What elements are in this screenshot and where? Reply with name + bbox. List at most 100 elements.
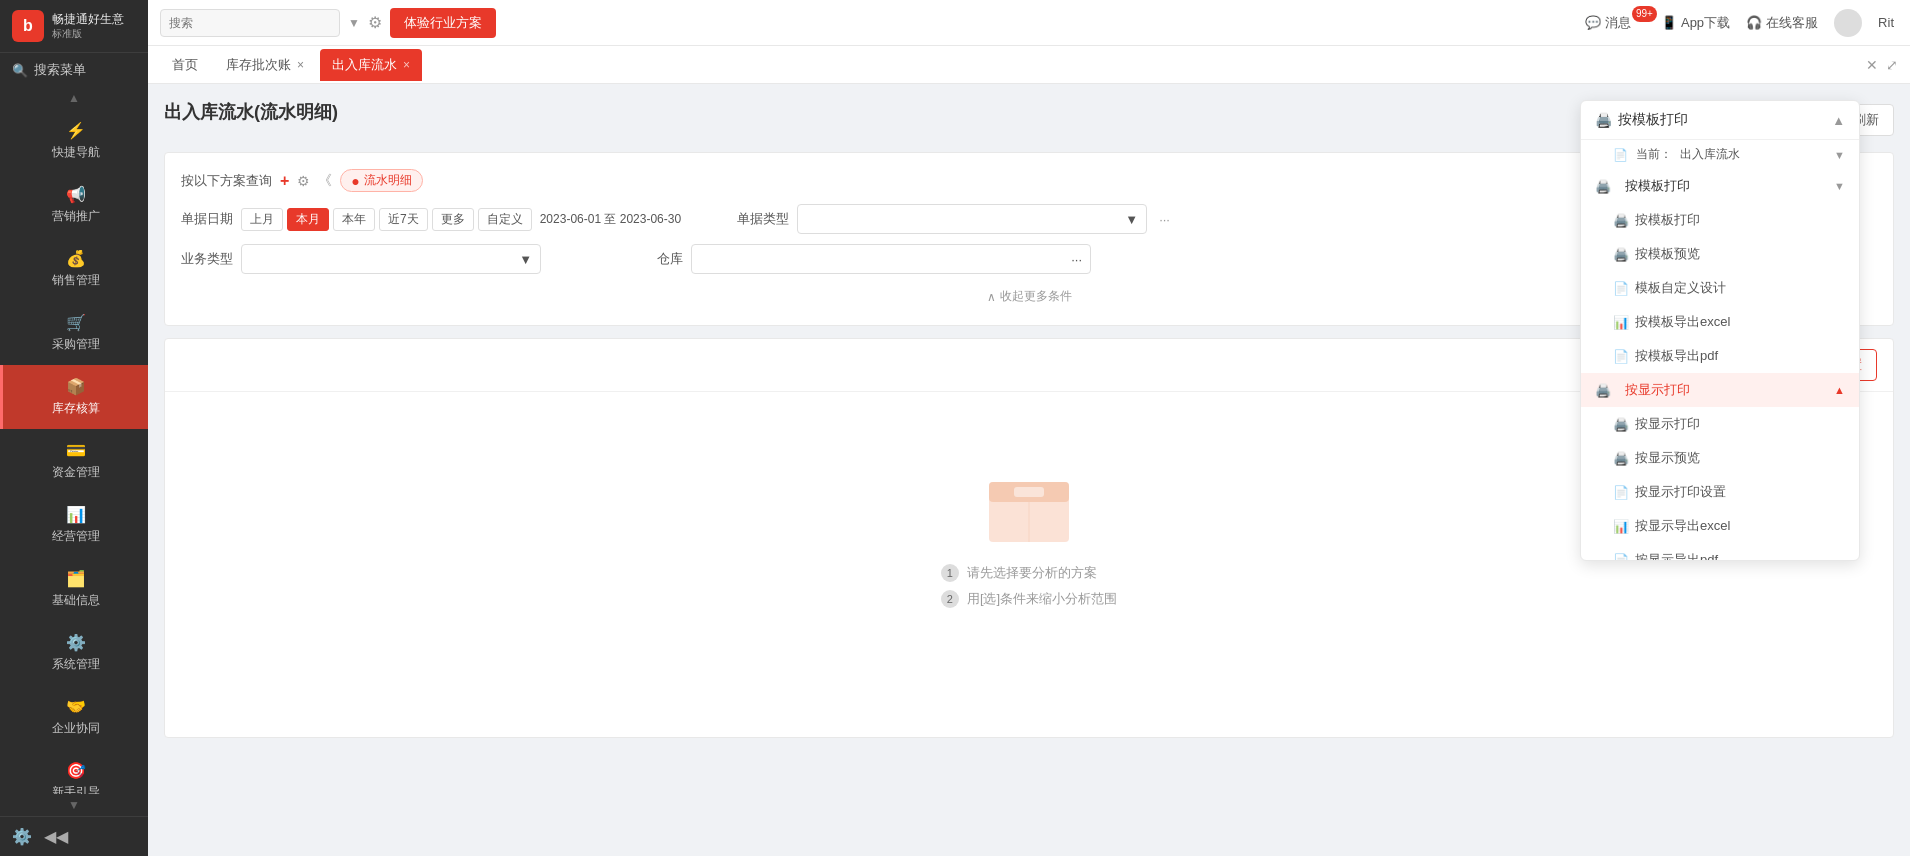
customer-service-label: 在线客服 xyxy=(1766,14,1818,32)
topbar-gear-icon[interactable]: ⚙ xyxy=(368,13,382,32)
template-custom-item[interactable]: 📄 模板自定义设计 xyxy=(1581,271,1859,305)
page-title: 出入库流水(流水明细) xyxy=(164,100,338,124)
template-print-section-header[interactable]: 🖨️ 按模板打印 ▼ xyxy=(1581,169,1859,203)
purchase-icon: 🛒 xyxy=(66,313,86,332)
sidebar-item-shortcut[interactable]: ⚡ 快捷导航 xyxy=(0,109,148,173)
industry-solution-button[interactable]: 体验行业方案 xyxy=(390,8,496,38)
sidebar-search-label: 搜索菜单 xyxy=(34,61,86,79)
customer-service-button[interactable]: 🎧 在线客服 xyxy=(1746,14,1818,32)
inventory-icon: 📦 xyxy=(66,377,86,396)
date-btn-this-year[interactable]: 本年 xyxy=(333,208,375,231)
customer-service-icon: 🎧 xyxy=(1746,15,1762,30)
template-custom-icon: 📄 xyxy=(1613,281,1629,296)
template-export-excel-item[interactable]: 📊 按模板导出excel xyxy=(1581,305,1859,339)
sidebar-item-finance[interactable]: 💳 资金管理 xyxy=(0,429,148,493)
empty-illustration xyxy=(969,452,1089,552)
warehouse-more-icon[interactable]: ··· xyxy=(1071,252,1082,267)
display-print-item[interactable]: 🖨️ 按显示打印 xyxy=(1581,407,1859,441)
current-value-text: 出入库流水 xyxy=(1680,146,1740,163)
display-preview-icon: 🖨️ xyxy=(1613,451,1629,466)
current-label-text: 当前： xyxy=(1636,146,1672,163)
biztype-select[interactable]: ▼ xyxy=(241,244,541,274)
display-print-section-header[interactable]: 🖨️ 按显示打印 ▲ xyxy=(1581,373,1859,407)
settings-bottom-icon[interactable]: ⚙️ xyxy=(12,827,32,846)
template-print-item-content: 🖨️ 按模板打印 xyxy=(1613,211,1700,229)
current-arrow-icon[interactable]: ▼ xyxy=(1834,149,1845,161)
template-print-section-label: 按模板打印 xyxy=(1625,177,1690,195)
sidebar-item-sales[interactable]: 💰 销售管理 xyxy=(0,237,148,301)
topbar-search-input[interactable] xyxy=(160,9,340,37)
template-export-pdf-content: 📄 按模板导出pdf xyxy=(1613,347,1718,365)
display-export-pdf-item[interactable]: 📄 按显示导出pdf xyxy=(1581,543,1859,560)
app-download-label: App下载 xyxy=(1681,14,1730,32)
sidebar-item-basic[interactable]: 🗂️ 基础信息 xyxy=(0,557,148,621)
doctype-select[interactable]: ▼ xyxy=(797,204,1147,234)
dropdown-header: 🖨️ 按模板打印 ▲ xyxy=(1581,101,1859,140)
filter-add-button[interactable]: + xyxy=(280,172,289,190)
date-btn-7days[interactable]: 近7天 xyxy=(379,208,428,231)
tab-maximize-icon[interactable]: ⤢ xyxy=(1886,57,1898,73)
user-avatar[interactable] xyxy=(1834,9,1862,37)
template-print-section-icon: 🖨️ xyxy=(1595,179,1611,194)
display-export-excel-content: 📊 按显示导出excel xyxy=(1613,517,1730,535)
doctype-dropdown-icon: ▼ xyxy=(1125,212,1138,227)
date-btn-custom[interactable]: 自定义 xyxy=(478,208,532,231)
date-btn-this-month[interactable]: 本月 xyxy=(287,208,329,231)
display-preview-content: 🖨️ 按显示预览 xyxy=(1613,449,1700,467)
empty-steps-container: 1 请先选择要分析的方案 2 用[选]条件来缩小分析范围 xyxy=(941,564,1117,608)
filter-chip-water[interactable]: ● 流水明细 xyxy=(340,169,422,192)
doctype-more-icon[interactable]: ··· xyxy=(1159,212,1170,227)
date-btn-last-month[interactable]: 上月 xyxy=(241,208,283,231)
display-export-excel-item[interactable]: 📊 按显示导出excel xyxy=(1581,509,1859,543)
sidebar-item-marketing[interactable]: 📢 营销推广 xyxy=(0,173,148,237)
template-print-item[interactable]: 🖨️ 按模板打印 xyxy=(1581,203,1859,237)
topbar-left: ▼ ⚙ 体验行业方案 xyxy=(148,8,1569,38)
display-print-settings-item[interactable]: 📄 按显示打印设置 xyxy=(1581,475,1859,509)
tab-close-window-icon[interactable]: ✕ xyxy=(1866,57,1878,73)
sidebar-item-operations[interactable]: 📊 经营管理 xyxy=(0,493,148,557)
app-download-button[interactable]: 📱 App下载 xyxy=(1661,14,1730,32)
sidebar-search-item[interactable]: 🔍 搜索菜单 xyxy=(0,53,148,87)
sidebar-scroll-down[interactable]: ▼ xyxy=(0,794,148,816)
biztype-dropdown-icon: ▼ xyxy=(519,252,532,267)
shortcut-icon: ⚡ xyxy=(66,121,86,140)
date-range-display: 2023-06-01 至 2023-06-30 xyxy=(540,211,681,228)
sidebar-bottom: ⚙️ ◀◀ xyxy=(0,816,148,856)
tab-flow-close-icon[interactable]: × xyxy=(403,58,410,72)
template-preview-item[interactable]: 🖨️ 按模板预览 xyxy=(1581,237,1859,271)
warehouse-select[interactable]: ··· xyxy=(691,244,1091,274)
sidebar-item-system[interactable]: ⚙️ 系统管理 xyxy=(0,621,148,685)
tab-batch-close-icon[interactable]: × xyxy=(297,58,304,72)
filter-collapse-icon[interactable]: 《 xyxy=(318,172,332,190)
sidebar-nav: ⚡ 快捷导航 📢 营销推广 💰 销售管理 🛒 采购管理 📦 库存核算 💳 资金管… xyxy=(0,109,148,794)
tab-home[interactable]: 首页 xyxy=(160,49,210,81)
sidebar-scroll-up[interactable]: ▲ xyxy=(0,87,148,109)
sidebar-logo: b 畅捷通好生意 标准版 xyxy=(0,0,148,53)
template-export-pdf-item[interactable]: 📄 按模板导出pdf xyxy=(1581,339,1859,373)
collapse-sidebar-icon[interactable]: ◀◀ xyxy=(44,827,68,846)
display-preview-item[interactable]: 🖨️ 按显示预览 xyxy=(1581,441,1859,475)
display-section-arrow: ▲ xyxy=(1834,384,1845,396)
sidebar-item-label: 销售管理 xyxy=(52,272,100,289)
filter-date-item: 单据日期 上月 本月 本年 近7天 更多 自定义 2023-06-01 至 20… xyxy=(181,208,681,231)
username-label[interactable]: Rit xyxy=(1878,15,1894,30)
dropdown-scroll-area: 📄 当前： 出入库流水 ▼ 🖨️ 按模板打印 ▼ 🖨️ 按模板打印 🖨️ 按模板… xyxy=(1581,140,1859,560)
display-export-excel-label: 按显示导出excel xyxy=(1635,517,1730,535)
search-chevron-icon[interactable]: ▼ xyxy=(348,16,360,30)
tab-batch[interactable]: 库存批次账 × xyxy=(214,49,316,81)
messages-button[interactable]: 💬 消息 99+ xyxy=(1585,14,1645,32)
sidebar-item-purchase[interactable]: 🛒 采购管理 xyxy=(0,301,148,365)
display-print-section-label: 按显示打印 xyxy=(1625,381,1690,399)
sidebar-item-inventory[interactable]: 📦 库存核算 xyxy=(0,365,148,429)
dropdown-arrow-up-icon[interactable]: ▲ xyxy=(1832,113,1845,128)
template-export-excel-icon: 📊 xyxy=(1613,315,1629,330)
date-btn-more[interactable]: 更多 xyxy=(432,208,474,231)
sidebar-item-label: 系统管理 xyxy=(52,656,100,673)
topbar: ▼ ⚙ 体验行业方案 💬 消息 99+ 📱 App下载 🎧 在线客服 Rit xyxy=(148,0,1910,46)
tab-flow[interactable]: 出入库流水 × xyxy=(320,49,422,81)
sidebar-item-newbie[interactable]: 🎯 新手引导 xyxy=(0,749,148,794)
filter-chip-label: 流水明细 xyxy=(364,172,412,189)
filter-setting-icon[interactable]: ⚙ xyxy=(297,173,310,189)
sidebar-item-enterprise[interactable]: 🤝 企业协同 xyxy=(0,685,148,749)
tab-controls: ✕ ⤢ xyxy=(1866,57,1898,73)
